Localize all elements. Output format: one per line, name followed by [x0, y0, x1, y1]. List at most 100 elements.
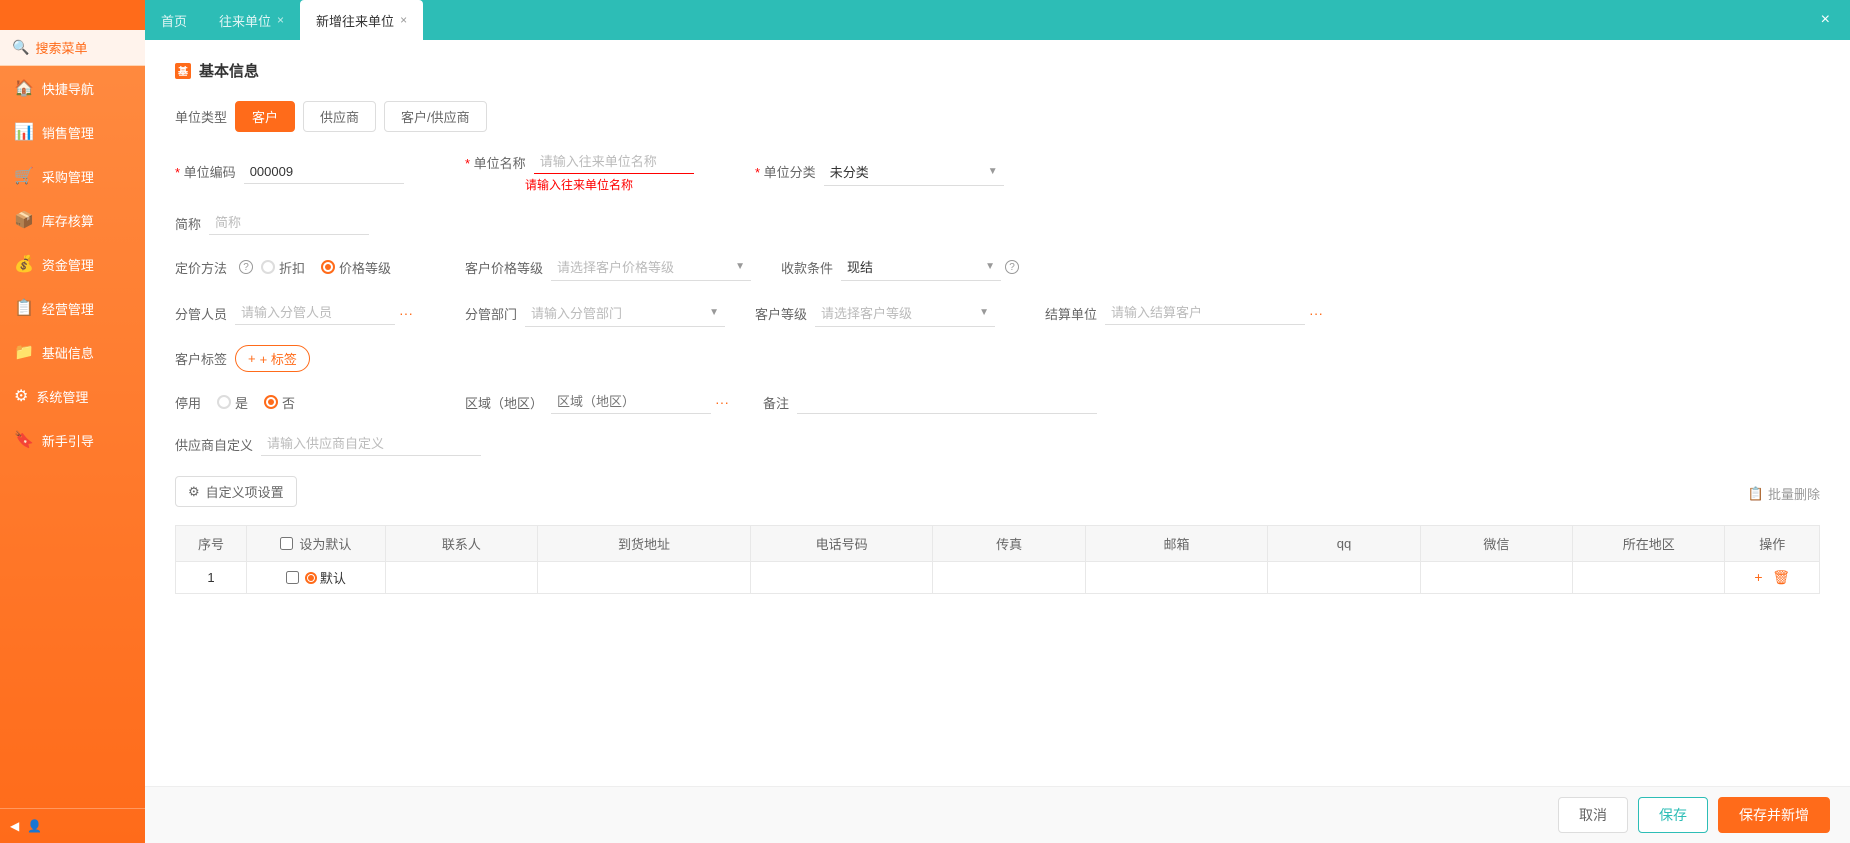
unit-type-supplier-btn[interactable]: 供应商 — [303, 101, 376, 132]
sidebar-item-quick-nav[interactable]: 🏠 快捷导航 — [0, 66, 145, 110]
address-input[interactable] — [584, 570, 704, 585]
manager-input[interactable] — [235, 301, 395, 325]
email-input[interactable] — [1127, 570, 1227, 585]
fax-input[interactable] — [969, 570, 1049, 585]
unit-type-customer-btn[interactable]: 客户 — [235, 101, 295, 132]
sidebar-item-finance[interactable]: 💰 资金管理 — [0, 242, 145, 286]
select-all-checkbox[interactable] — [280, 537, 293, 550]
unit-category-select[interactable]: 未分类 ▼ — [824, 158, 1004, 186]
payment-terms-group: 收款条件 现结 ▼ ? — [781, 253, 1041, 281]
region-input[interactable] — [1609, 570, 1689, 585]
customer-price-select[interactable]: 请选择客户价格等级 ▼ — [551, 253, 751, 281]
unit-type-both-btn[interactable]: 客户/供应商 — [384, 101, 487, 132]
row-contact[interactable] — [385, 562, 537, 594]
unit-category-group: 单位分类 未分类 ▼ — [755, 158, 1015, 186]
wechat-input[interactable] — [1456, 570, 1536, 585]
col-contact: 联系人 — [385, 526, 537, 562]
col-region: 所在地区 — [1573, 526, 1725, 562]
sidebar-item-new-guide[interactable]: 🔖 新手引导 — [0, 418, 145, 462]
sidebar-item-system[interactable]: ⚙ 系统管理 — [0, 374, 145, 418]
no-radio-circle — [264, 395, 278, 409]
cart-icon: 🛒 — [14, 166, 34, 186]
pricing-level-radio[interactable]: 价格等级 — [321, 258, 391, 277]
search-icon: 🔍 — [12, 39, 29, 56]
save-new-button[interactable]: 保存并新增 — [1718, 797, 1830, 833]
phone-input[interactable] — [792, 570, 892, 585]
remarks-input[interactable] — [797, 390, 1097, 414]
manager-ellipsis[interactable]: ··· — [395, 305, 417, 321]
sidebar-bottom-icon[interactable]: 👤 — [27, 819, 42, 833]
row-address[interactable] — [538, 562, 751, 594]
cancel-button[interactable]: 取消 — [1558, 797, 1628, 833]
settlement-input[interactable] — [1105, 301, 1305, 325]
pricing-discount-radio[interactable]: 折扣 — [261, 258, 305, 277]
sidebar-item-purchase[interactable]: 🛒 采购管理 — [0, 154, 145, 198]
sidebar-item-base-info[interactable]: 📁 基础信息 — [0, 330, 145, 374]
col-email: 邮箱 — [1085, 526, 1268, 562]
add-tag-button[interactable]: + + 标签 — [235, 345, 310, 372]
discount-label: 折扣 — [279, 258, 305, 277]
unit-code-input[interactable] — [244, 160, 404, 184]
folder-icon: 📁 — [14, 342, 34, 362]
row-qq[interactable] — [1268, 562, 1420, 594]
sidebar-item-inventory[interactable]: 📦 库存核算 — [0, 198, 145, 242]
row-actions: + 🗑 — [1725, 562, 1820, 594]
region-input[interactable] — [551, 390, 711, 414]
tab-partner[interactable]: 往来单位 × — [203, 0, 300, 40]
tab-new-partner[interactable]: 新增往来单位 × — [300, 0, 423, 40]
sidebar-search[interactable]: 🔍 搜索菜单 — [0, 30, 145, 66]
delete-row-button[interactable]: 🗑 — [1772, 569, 1790, 585]
remarks-label: 备注 — [763, 393, 789, 412]
chevron-down-icon: ▼ — [735, 261, 745, 272]
batch-delete-button[interactable]: 📋 批量删除 — [1748, 484, 1820, 503]
row-phone[interactable] — [750, 562, 933, 594]
batch-delete-label: 批量删除 — [1768, 484, 1820, 503]
payment-terms-select[interactable]: 现结 ▼ — [841, 253, 1001, 281]
tab-home[interactable]: 首页 — [145, 0, 203, 40]
yes-radio-circle — [217, 395, 231, 409]
row-region[interactable] — [1573, 562, 1725, 594]
sidebar-item-label: 新手引导 — [42, 431, 94, 450]
sidebar-item-operations[interactable]: 📋 经营管理 — [0, 286, 145, 330]
sidebar-bottom: ◀ 👤 — [0, 808, 145, 843]
customer-level-select[interactable]: 请选择客户等级 ▼ — [815, 299, 995, 327]
default-radio[interactable] — [305, 572, 317, 584]
disabled-row: 停用 是 否 区域（地区） ··· 备注 — [175, 390, 1820, 414]
section-title: 基本信息 — [199, 60, 259, 81]
payment-terms-value: 现结 — [847, 257, 873, 276]
tab-partner-close[interactable]: × — [277, 13, 284, 27]
unit-type-row: 单位类型 客户 供应商 客户/供应商 — [175, 101, 1820, 132]
settlement-ellipsis[interactable]: ··· — [1305, 305, 1327, 321]
row-checkbox[interactable] — [286, 571, 299, 584]
pricing-help-icon[interactable]: ? — [239, 260, 253, 274]
close-all-button[interactable]: × — [1811, 11, 1840, 29]
custom-settings-button[interactable]: ⚙ 自定义项设置 — [175, 476, 297, 507]
region-ellipsis[interactable]: ··· — [711, 394, 733, 410]
col-phone: 电话号码 — [750, 526, 933, 562]
customer-tag-group: 客户标签 + + 标签 — [175, 345, 435, 372]
region-label: 区域（地区） — [465, 393, 543, 412]
contact-table: 序号 设为默认 联系人 到货地址 电话号码 传真 邮箱 qq — [175, 525, 1820, 594]
payment-help-icon[interactable]: ? — [1005, 260, 1019, 274]
unit-category-value: 未分类 — [830, 162, 869, 181]
disabled-yes-radio[interactable]: 是 — [217, 393, 248, 412]
short-name-input[interactable] — [209, 211, 369, 235]
contact-input[interactable] — [421, 570, 501, 585]
department-select[interactable]: 请输入分管部门 ▼ — [525, 299, 725, 327]
supplier-custom-input[interactable] — [261, 432, 481, 456]
disabled-no-radio[interactable]: 否 — [264, 393, 295, 412]
plus-icon: + — [248, 351, 256, 366]
unit-name-input[interactable] — [534, 150, 694, 174]
row-email[interactable] — [1085, 562, 1268, 594]
tab-new-partner-close[interactable]: × — [400, 13, 407, 27]
sidebar-bottom-left[interactable]: ◀ — [10, 819, 19, 833]
sidebar-item-label: 资金管理 — [42, 255, 94, 274]
save-button[interactable]: 保存 — [1638, 797, 1708, 833]
row-fax[interactable] — [933, 562, 1085, 594]
row-wechat[interactable] — [1420, 562, 1572, 594]
tab-new-partner-label: 新增往来单位 — [316, 11, 394, 30]
add-row-button[interactable]: + — [1754, 569, 1762, 585]
col-default: 设为默认 — [246, 526, 385, 562]
qq-input[interactable] — [1304, 570, 1384, 585]
sidebar-item-sales[interactable]: 📊 销售管理 — [0, 110, 145, 154]
